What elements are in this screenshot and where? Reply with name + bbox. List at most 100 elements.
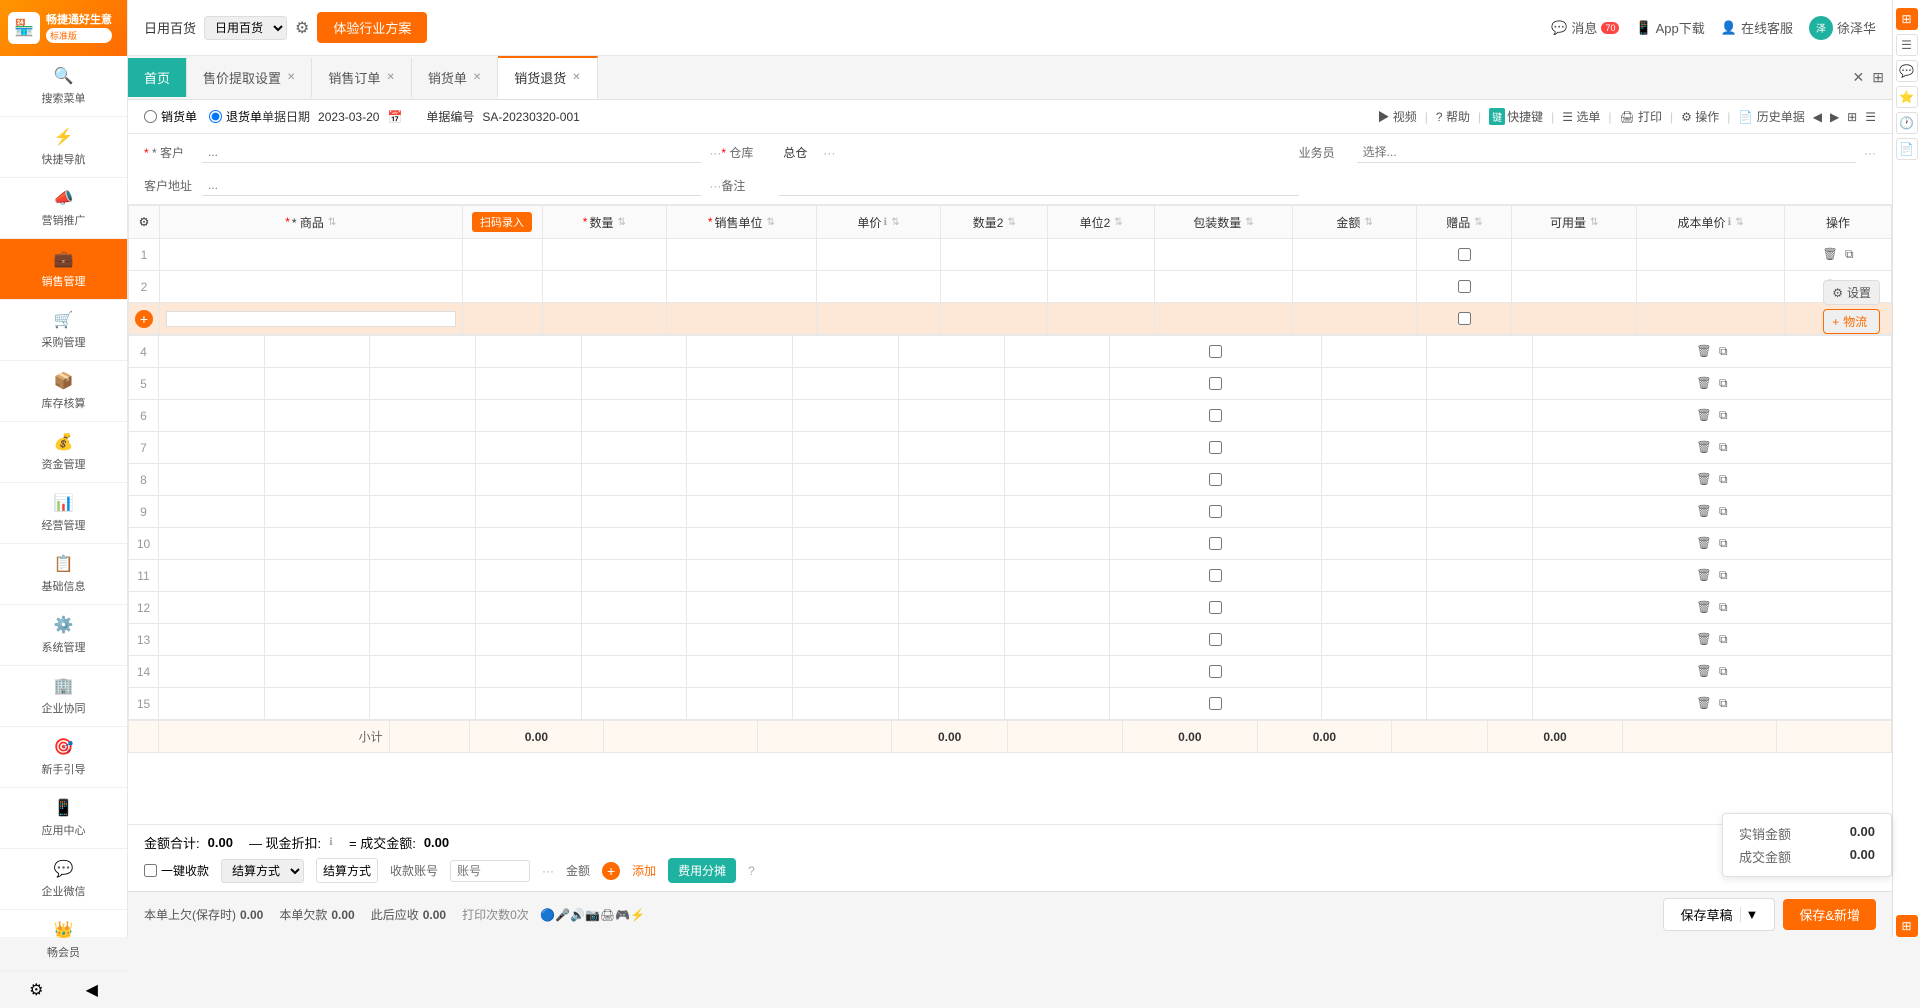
product-cell[interactable] [159,336,265,368]
amount-cell[interactable] [1292,271,1417,303]
delete-icon[interactable]: 🗑 [1696,664,1711,678]
gift-cell[interactable] [1110,464,1321,496]
cost-price-cell-hl[interactable] [1637,303,1785,335]
qty2-cell[interactable] [687,688,793,720]
right-btn-list[interactable]: ☰ [1896,34,1918,56]
product-input[interactable] [166,311,456,327]
amount-cell[interactable] [1004,400,1110,432]
address-dots[interactable]: ··· [709,179,721,193]
product-cell[interactable] [159,528,265,560]
unit-cell[interactable] [476,592,582,624]
pack-qty-cell[interactable] [898,592,1004,624]
price-cell[interactable] [581,656,687,688]
unit2-cell[interactable] [793,528,899,560]
amount-cell-hl[interactable] [1292,303,1417,335]
right-btn-clock[interactable]: 🕐 [1896,112,1918,134]
gift-checkbox[interactable] [1458,248,1471,261]
qty2-cell[interactable] [687,656,793,688]
available-sort-icon[interactable]: ⇅ [1590,217,1598,228]
notification-item[interactable]: 💬 消息 70 [1551,18,1619,37]
qty2-cell[interactable] [941,239,1048,271]
copy-icon[interactable]: ⧉ [1719,440,1728,454]
unit-cell[interactable] [476,400,582,432]
calendar-icon[interactable]: 📅 [387,110,402,124]
available-cell[interactable] [1321,592,1427,624]
product-cell[interactable] [159,656,265,688]
pack-qty-cell[interactable] [898,624,1004,656]
gift-checkbox[interactable] [1209,441,1222,454]
gift-cell[interactable] [1110,496,1321,528]
sidebar-item-newbie[interactable]: 🎯 新手引导 [0,727,127,788]
gift-checkbox[interactable] [1209,377,1222,390]
sidebar-item-sales-mgmt[interactable]: 💼 销售管理 [0,239,127,300]
delete-icon[interactable]: 🗑 [1696,344,1711,358]
tab-minimize-icon[interactable]: ✕ [1853,69,1865,86]
price-cell[interactable] [581,432,687,464]
sidebar-item-app-center[interactable]: 📱 应用中心 [0,788,127,849]
available-cell[interactable] [1321,656,1427,688]
gift-cell-hl[interactable] [1417,303,1512,335]
qty-cell[interactable] [370,560,476,592]
unit2-cell[interactable] [793,368,899,400]
qty-cell[interactable] [370,496,476,528]
copy-icon[interactable]: ⧉ [1719,664,1728,678]
copy-icon[interactable]: ⧉ [1719,408,1728,422]
product-cell[interactable] [159,400,265,432]
gift-checkbox[interactable] [1209,473,1222,486]
delete-icon[interactable]: 🗑 [1696,472,1711,486]
qty2-cell[interactable] [687,432,793,464]
pack-qty-cell[interactable] [898,432,1004,464]
unit-cell[interactable] [476,432,582,464]
add-item-button[interactable]: + [602,862,620,880]
amount-sort-icon[interactable]: ⇅ [1364,217,1372,228]
cost-sort-icon[interactable]: ⇅ [1735,217,1743,228]
gift-sort-icon[interactable]: ⇅ [1474,217,1482,228]
list-view-btn[interactable]: ☰ [1865,110,1876,124]
available-cell[interactable] [1321,464,1427,496]
qty-cell-hl[interactable] [542,303,667,335]
price-cell[interactable] [816,271,941,303]
delete-icon[interactable]: 🗑 [1822,247,1837,261]
amount-cell[interactable] [1004,592,1110,624]
unit-cell-hl[interactable] [667,303,817,335]
pack-qty-cell[interactable] [1155,239,1293,271]
product-cell[interactable] [159,496,265,528]
product-cell[interactable] [159,688,265,720]
grid-view-btn[interactable]: ⊞ [1847,110,1857,124]
amount-cell[interactable] [1292,239,1417,271]
history-btn[interactable]: 📄 历史单据 [1738,108,1804,125]
unit2-cell[interactable] [1048,239,1155,271]
unit2-cell[interactable] [793,688,899,720]
gift-checkbox[interactable] [1209,505,1222,518]
customer-input[interactable] [202,142,701,163]
copy-icon[interactable]: ⧉ [1719,536,1728,550]
gift-checkbox[interactable] [1209,345,1222,358]
delete-icon[interactable]: 🗑 [1696,376,1711,390]
tab-expand-icon[interactable]: ⊞ [1872,69,1884,86]
tab-price-settings[interactable]: 售价提取设置 ✕ [187,58,312,97]
qty-sort-icon[interactable]: ⇅ [617,217,625,228]
unit2-cell[interactable] [793,496,899,528]
pack-qty-cell[interactable] [898,656,1004,688]
qty2-cell[interactable] [687,336,793,368]
qty-cell[interactable] [370,368,476,400]
unit2-cell[interactable] [793,464,899,496]
unit-cell[interactable] [476,368,582,400]
qty2-cell[interactable] [687,464,793,496]
app-download-item[interactable]: 📱 App下载 [1635,18,1704,37]
gift-cell[interactable] [1110,560,1321,592]
radio-return[interactable]: 退货单 [209,108,262,125]
gift-cell[interactable] [1110,624,1321,656]
gift-cell[interactable] [1110,688,1321,720]
sidebar-item-basic-info[interactable]: 📋 基础信息 [0,544,127,605]
qty-cell[interactable] [542,271,667,303]
fee-split-button[interactable]: 费用分摊 [668,858,736,883]
account-input[interactable] [450,860,530,882]
unit-cell[interactable] [667,271,817,303]
product-cell-hl[interactable] [160,303,463,335]
qty-cell[interactable] [370,464,476,496]
amount-cell[interactable] [1004,624,1110,656]
cost-price-cell[interactable] [1427,464,1533,496]
unit-sort-icon[interactable]: ⇅ [767,217,775,228]
gift-cell[interactable] [1110,336,1321,368]
